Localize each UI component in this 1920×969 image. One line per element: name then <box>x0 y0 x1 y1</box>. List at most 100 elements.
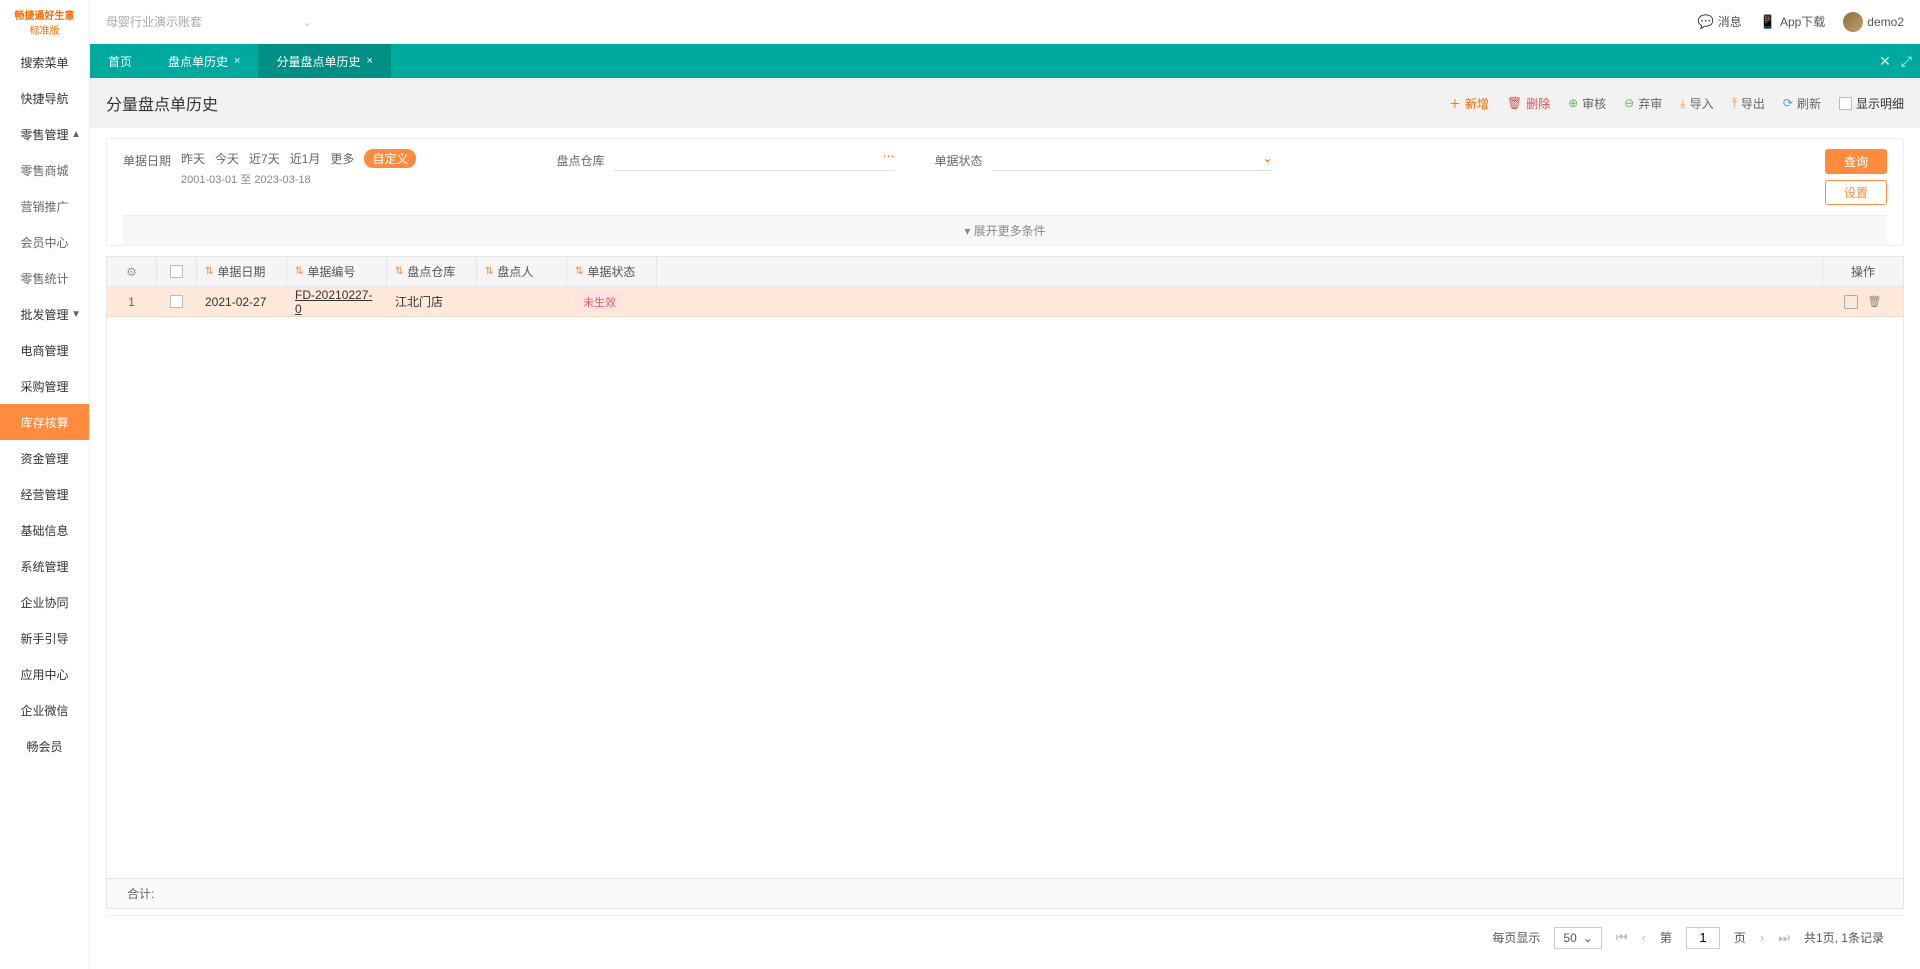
tab-partial-inventory-history[interactable]: 分量盘点单历史× <box>258 44 390 78</box>
sidebar-funds[interactable]: 资金管理 <box>0 440 89 476</box>
refresh-button[interactable]: ⟳刷新 <box>1783 95 1821 112</box>
page-title: 分量盘点单历史 <box>106 91 1449 115</box>
sidebar-app-center[interactable]: 应用中心 <box>0 656 89 692</box>
date-last7[interactable]: 近7天 <box>249 150 280 167</box>
account-selector[interactable]: 母婴行业演示账套 <box>106 13 1698 30</box>
trash-icon: 🗑 <box>1507 96 1522 110</box>
chevron-down-icon <box>302 15 312 29</box>
show-detail-toggle[interactable]: 显示明细 <box>1839 95 1904 112</box>
abandon-button[interactable]: ⊖弃审 <box>1624 95 1662 112</box>
sidebar-system-mgmt[interactable]: 系统管理 <box>0 548 89 584</box>
chevron-down-icon <box>1262 151 1272 165</box>
fullscreen-icon[interactable] <box>1901 53 1912 70</box>
col-header-warehouse[interactable]: ⇅盘点仓库 <box>387 257 477 286</box>
user-menu[interactable]: demo2 <box>1843 12 1904 32</box>
last-page-button[interactable]: ⏭ <box>1778 930 1790 946</box>
page-input[interactable] <box>1686 927 1720 949</box>
gear-icon <box>126 265 137 279</box>
cell-date: 2021-02-27 <box>197 287 287 316</box>
table-row[interactable]: 1 2021-02-27 FD-20210227-0 江北门店 未生效 <box>107 287 1903 317</box>
filter-warehouse-label: 盘点仓库 <box>556 149 604 169</box>
col-header-person[interactable]: ⇅盘点人 <box>477 257 567 286</box>
sidebar-purchase[interactable]: 采购管理 <box>0 368 89 404</box>
messages-button[interactable]: 消息 <box>1698 13 1742 30</box>
sort-icon: ⇅ <box>575 266 583 277</box>
sidebar-retail-stats[interactable]: 零售统计 <box>0 260 89 296</box>
sidebar-basic-info[interactable]: 基础信息 <box>0 512 89 548</box>
column-settings[interactable] <box>107 257 157 286</box>
col-header-status[interactable]: ⇅单据状态 <box>567 257 657 286</box>
col-header-ops: 操作 <box>1823 257 1903 286</box>
sidebar-enterprise-coop[interactable]: 企业协同 <box>0 584 89 620</box>
search-button[interactable]: 查询 <box>1825 149 1887 174</box>
logo: 畅捷通好生意 标准版 <box>0 0 89 44</box>
new-button[interactable]: ＋新增 <box>1449 95 1489 112</box>
close-icon[interactable]: × <box>234 55 240 67</box>
date-today[interactable]: 今天 <box>215 150 239 167</box>
sidebar-ops-mgmt[interactable]: 经营管理 <box>0 476 89 512</box>
checkbox-icon <box>170 265 183 278</box>
import-button[interactable]: ⤓导入 <box>1680 95 1713 112</box>
chevron-down-icon <box>1583 931 1593 945</box>
sort-icon: ⇅ <box>295 266 303 277</box>
select-all-checkbox[interactable] <box>157 257 197 286</box>
tab-home[interactable]: 首页 <box>90 44 150 78</box>
totals-label: 合计: <box>107 885 154 902</box>
more-icon[interactable]: ⋯ <box>882 149 894 163</box>
cell-warehouse: 江北门店 <box>387 287 477 316</box>
sidebar-member-center[interactable]: 会员中心 <box>0 224 89 260</box>
trash-icon[interactable] <box>1868 295 1882 309</box>
import-icon: ⤓ <box>1680 96 1685 111</box>
next-page-button[interactable]: › <box>1760 930 1764 945</box>
date-more[interactable]: 更多 <box>330 150 354 167</box>
sidebar-enterprise-wechat[interactable]: 企业微信 <box>0 692 89 728</box>
close-all-tabs-icon[interactable] <box>1879 53 1891 70</box>
delete-button[interactable]: 🗑删除 <box>1507 95 1550 112</box>
tab-inventory-history[interactable]: 盘点单历史× <box>150 44 258 78</box>
per-page-select[interactable]: 50 <box>1554 927 1601 949</box>
checkbox-icon <box>1839 97 1852 110</box>
sidebar-retail-mall[interactable]: 零售商城 <box>0 152 89 188</box>
sidebar-search-menu[interactable]: 搜索菜单 <box>0 44 89 80</box>
sidebar-ecommerce[interactable]: 电商管理 <box>0 332 89 368</box>
message-icon <box>1698 14 1714 30</box>
col-header-date[interactable]: ⇅单据日期 <box>197 257 287 286</box>
sidebar-retail-mgmt[interactable]: 零售管理▲ <box>0 116 89 152</box>
first-page-button[interactable]: ⏮ <box>1616 930 1628 946</box>
sort-icon: ⇅ <box>395 266 403 277</box>
date-last-month[interactable]: 近1月 <box>290 150 321 167</box>
sidebar-invite-member[interactable]: 畅会员 <box>0 728 89 764</box>
cell-ops <box>1823 287 1903 316</box>
audit-button[interactable]: ⊕审核 <box>1568 95 1606 112</box>
export-icon: ⤒ <box>1732 96 1737 111</box>
edit-icon[interactable] <box>1844 295 1858 309</box>
prev-page-button[interactable]: ‹ <box>1642 930 1646 945</box>
filter-date-label: 单据日期 <box>123 149 171 169</box>
row-checkbox[interactable] <box>157 287 197 316</box>
settings-button[interactable]: 设置 <box>1825 180 1887 205</box>
logo-brand: 畅捷通好生意 <box>15 7 75 22</box>
sidebar-quick-nav[interactable]: 快捷导航 <box>0 80 89 116</box>
expand-filters[interactable]: ▾ 展开更多条件 <box>123 215 1887 245</box>
row-index: 1 <box>107 287 157 316</box>
pagination-summary: 共1页, 1条记录 <box>1804 929 1884 946</box>
cell-status: 未生效 <box>567 287 657 316</box>
sidebar-newbie-guide[interactable]: 新手引导 <box>0 620 89 656</box>
sidebar-marketing[interactable]: 营销推广 <box>0 188 89 224</box>
page-unit: 页 <box>1734 929 1746 946</box>
status-select[interactable] <box>992 149 1272 171</box>
date-yesterday[interactable]: 昨天 <box>181 150 205 167</box>
close-icon[interactable]: × <box>366 55 372 67</box>
warehouse-input[interactable]: ⋯ <box>614 149 894 171</box>
expand-down-icon: ▾ <box>964 224 973 238</box>
col-header-code[interactable]: ⇅单据编号 <box>287 257 387 286</box>
filter-status-label: 单据状态 <box>934 149 982 169</box>
app-download-button[interactable]: App下载 <box>1760 13 1826 30</box>
sidebar-inventory[interactable]: 库存核算 <box>0 404 89 440</box>
date-custom[interactable]: 自定义 <box>364 149 416 168</box>
check-icon: ⊕ <box>1568 96 1578 110</box>
checkbox-icon <box>170 295 183 308</box>
code-link[interactable]: FD-20210227-0 <box>295 288 378 316</box>
export-button[interactable]: ⤒导出 <box>1732 95 1765 112</box>
sidebar-wholesale[interactable]: 批发管理▼ <box>0 296 89 332</box>
